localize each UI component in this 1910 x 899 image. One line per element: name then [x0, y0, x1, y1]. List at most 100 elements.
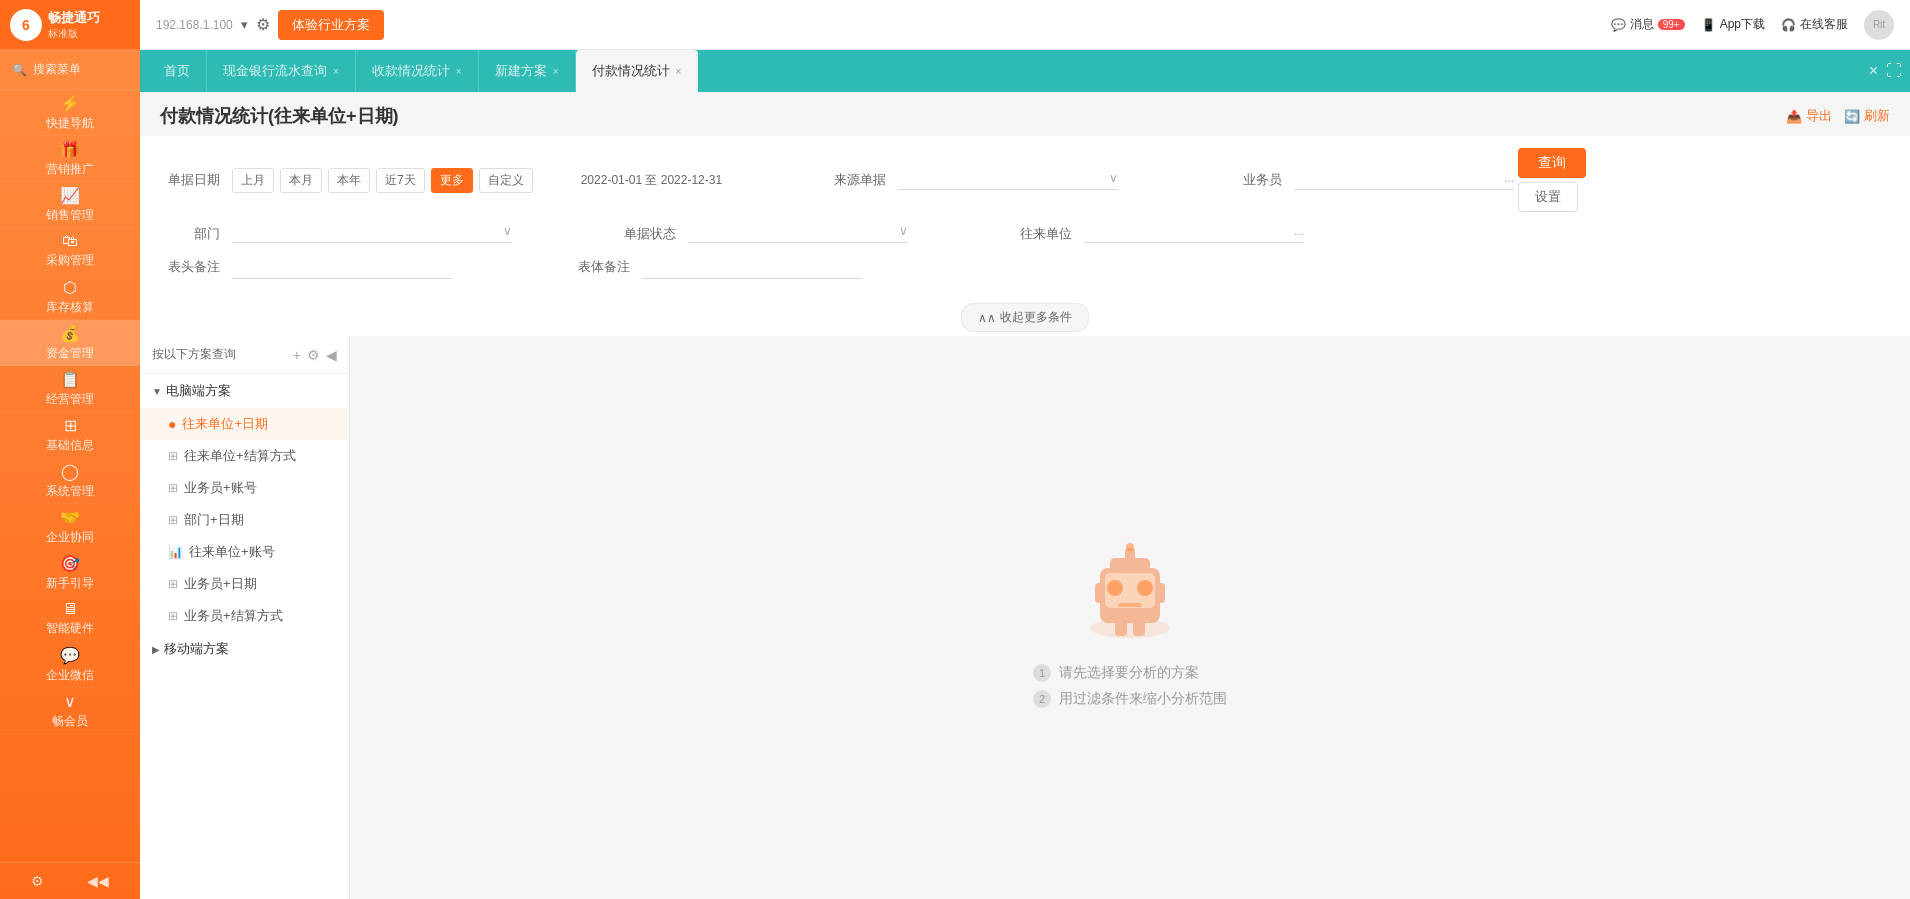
- tab-new-scheme-close[interactable]: ×: [553, 66, 559, 77]
- date-btn-last-month[interactable]: 上月: [232, 168, 274, 193]
- tab-home[interactable]: 首页: [148, 50, 207, 92]
- scheme-item-dept-date[interactable]: ⊞ 部门+日期: [140, 504, 349, 536]
- scheme-item-icon: ⊞: [168, 609, 178, 623]
- refresh-label: 刷新: [1864, 107, 1890, 125]
- scheme-panel-header: 按以下方案查询 + ⚙ ◀: [140, 336, 349, 374]
- sidebar-item-enterprise[interactable]: 🤝 企业协同: [0, 504, 140, 550]
- app-version: 标准版: [48, 27, 100, 41]
- tab-receipt-stats[interactable]: 收款情况统计 ×: [356, 50, 479, 92]
- scheme-item-staff-settlement[interactable]: ⊞ 业务员+结算方式: [140, 600, 349, 632]
- date-btn-this-year[interactable]: 本年: [328, 168, 370, 193]
- scheme-item-staff-date[interactable]: ⊞ 业务员+日期: [140, 568, 349, 600]
- add-scheme-btn[interactable]: +: [293, 347, 301, 363]
- collapse-scheme-panel-btn[interactable]: ◀: [326, 347, 337, 363]
- svg-rect-5: [1118, 603, 1142, 607]
- scheme-item-partner-settlement[interactable]: ⊞ 往来单位+结算方式: [140, 440, 349, 472]
- header-dropdown-btn[interactable]: ▾: [241, 17, 248, 32]
- filter-section: 单据日期 上月 本月 本年 近7天 更多 自定义 2022-01-01 至 20…: [140, 136, 1910, 336]
- dept-select[interactable]: ∨: [232, 224, 512, 243]
- empty-tip-2: 2 用过滤条件来缩小分析范围: [1033, 690, 1227, 708]
- trial-industry-btn[interactable]: 体验行业方案: [278, 10, 384, 40]
- tab-new-scheme[interactable]: 新建方案 ×: [479, 50, 576, 92]
- head-note-input[interactable]: [232, 255, 452, 279]
- date-btn-last-7days[interactable]: 近7天: [376, 168, 425, 193]
- app-download-label: App下载: [1720, 16, 1765, 33]
- settings-bottom-btn[interactable]: ⚙: [31, 873, 44, 889]
- sidebar-item-label: 采购管理: [46, 252, 94, 269]
- export-icon: 📤: [1786, 109, 1802, 124]
- tab-payment-stats-close[interactable]: ×: [676, 66, 682, 77]
- source-select[interactable]: ∨: [898, 171, 1118, 190]
- user-avatar[interactable]: Rit: [1864, 10, 1894, 40]
- scheme-group-mobile-header[interactable]: ▶ 移动端方案: [140, 632, 349, 666]
- scheme-settings-btn[interactable]: ⚙: [307, 347, 320, 363]
- sidebar-item-operation[interactable]: 📋 经营管理: [0, 366, 140, 412]
- tab-payment-stats[interactable]: 付款情况统计 ×: [576, 50, 699, 92]
- svg-rect-8: [1110, 558, 1150, 573]
- query-btn[interactable]: 查询: [1518, 148, 1586, 178]
- tab-bank-flow-close[interactable]: ×: [333, 66, 339, 77]
- scheme-item-icon: ⊞: [168, 577, 178, 591]
- sidebar-item-label: 企业协同: [46, 529, 94, 546]
- header: 192.168.1.100 ▾ ⚙ 体验行业方案 💬 消息 99+ 📱 App下…: [140, 0, 1910, 50]
- sidebar-item-marketing[interactable]: 🎁 营销推广: [0, 136, 140, 182]
- message-badge: 99+: [1658, 19, 1685, 30]
- sidebar-item-basic-info[interactable]: ⊞ 基础信息: [0, 412, 140, 458]
- sidebar-item-sales[interactable]: 📈 销售管理: [0, 182, 140, 228]
- scheme-item-partner-date[interactable]: ● 往来单位+日期: [140, 408, 349, 440]
- maximize-window-btn[interactable]: ⛶: [1886, 62, 1902, 80]
- tip-2-text: 用过滤条件来缩小分析范围: [1059, 690, 1227, 708]
- collapse-sidebar-btn[interactable]: ◀◀: [87, 873, 109, 889]
- scheme-item-partner-account[interactable]: 📊 往来单位+账号: [140, 536, 349, 568]
- sidebar-item-label: 智能硬件: [46, 620, 94, 637]
- filter-setting-btn[interactable]: 设置: [1518, 182, 1578, 212]
- svg-rect-7: [1157, 583, 1165, 603]
- staff-select[interactable]: ...: [1294, 171, 1514, 190]
- app-download-btn[interactable]: 📱 App下载: [1701, 16, 1765, 33]
- sidebar-item-wechat[interactable]: 💬 企业微信: [0, 642, 140, 688]
- scheme-item-partner-date-label: 往来单位+日期: [182, 415, 268, 433]
- date-btn-more[interactable]: 更多: [431, 168, 473, 193]
- doc-status-select[interactable]: ∨: [688, 224, 908, 243]
- sidebar-item-system[interactable]: ◯ 系统管理: [0, 458, 140, 504]
- scheme-item-icon: ⊞: [168, 481, 178, 495]
- logo-icon: 6: [10, 9, 42, 41]
- export-btn[interactable]: 📤 导出: [1786, 107, 1832, 125]
- tab-receipt-stats-label: 收款情况统计: [372, 62, 450, 80]
- sidebar-item-guide[interactable]: 🎯 新手引导: [0, 550, 140, 596]
- refresh-btn[interactable]: 🔄 刷新: [1844, 107, 1890, 125]
- scheme-item-partner-account-label: 往来单位+账号: [189, 543, 275, 561]
- sidebar-item-inventory[interactable]: ⬡ 库存核算: [0, 274, 140, 320]
- message-btn[interactable]: 💬 消息 99+: [1611, 16, 1685, 33]
- scheme-item-active-icon: ●: [168, 416, 176, 432]
- empty-tips: 1 请先选择要分析的方案 2 用过滤条件来缩小分析范围: [1033, 664, 1227, 708]
- body-note-input[interactable]: [642, 255, 862, 279]
- scheme-item-staff-settlement-label: 业务员+结算方式: [184, 607, 283, 625]
- sidebar: 6 畅捷通巧 标准版 🔍 搜索菜单 ⚡ 快捷导航 🎁 营销推广 📈 销售管理 🛍…: [0, 0, 140, 899]
- sidebar-item-purchase[interactable]: 🛍 采购管理: [0, 228, 140, 274]
- sidebar-item-quick-nav[interactable]: ⚡ 快捷导航: [0, 90, 140, 136]
- scheme-group-desktop-header[interactable]: ▼ 电脑端方案: [140, 374, 349, 408]
- group-arrow-icon: ▼: [152, 386, 162, 397]
- sidebar-item-finance[interactable]: 💰 资金管理: [0, 320, 140, 366]
- scheme-item-staff-account[interactable]: ⊞ 业务员+账号: [140, 472, 349, 504]
- header-gear-btn[interactable]: ⚙: [256, 15, 270, 34]
- sidebar-item-hardware[interactable]: 🖥 智能硬件: [0, 596, 140, 642]
- scheme-item-partner-settlement-label: 往来单位+结算方式: [184, 447, 296, 465]
- partner-select[interactable]: ...: [1084, 224, 1304, 243]
- wechat-icon: 💬: [60, 646, 80, 665]
- sidebar-item-label: 基础信息: [46, 437, 94, 454]
- date-range-display: 2022-01-01 至 2022-12-31: [581, 172, 722, 189]
- logo-text-wrap: 畅捷通巧 标准版: [48, 9, 100, 41]
- sidebar-item-member[interactable]: ∨ 畅会员: [0, 688, 140, 734]
- search-menu[interactable]: 🔍 搜索菜单: [0, 50, 140, 90]
- date-btn-this-month[interactable]: 本月: [280, 168, 322, 193]
- date-btn-custom[interactable]: 自定义: [479, 168, 533, 193]
- close-window-btn[interactable]: ×: [1869, 62, 1878, 80]
- tab-receipt-stats-close[interactable]: ×: [456, 66, 462, 77]
- date-options: 上月 本月 本年 近7天 更多 自定义: [232, 168, 533, 193]
- group-arrow-collapsed-icon: ▶: [152, 644, 160, 655]
- collapse-more-btn[interactable]: ∧∧ 收起更多条件: [961, 303, 1089, 332]
- tab-bank-flow[interactable]: 现金银行流水查询 ×: [207, 50, 356, 92]
- online-service-btn[interactable]: 🎧 在线客服: [1781, 16, 1848, 33]
